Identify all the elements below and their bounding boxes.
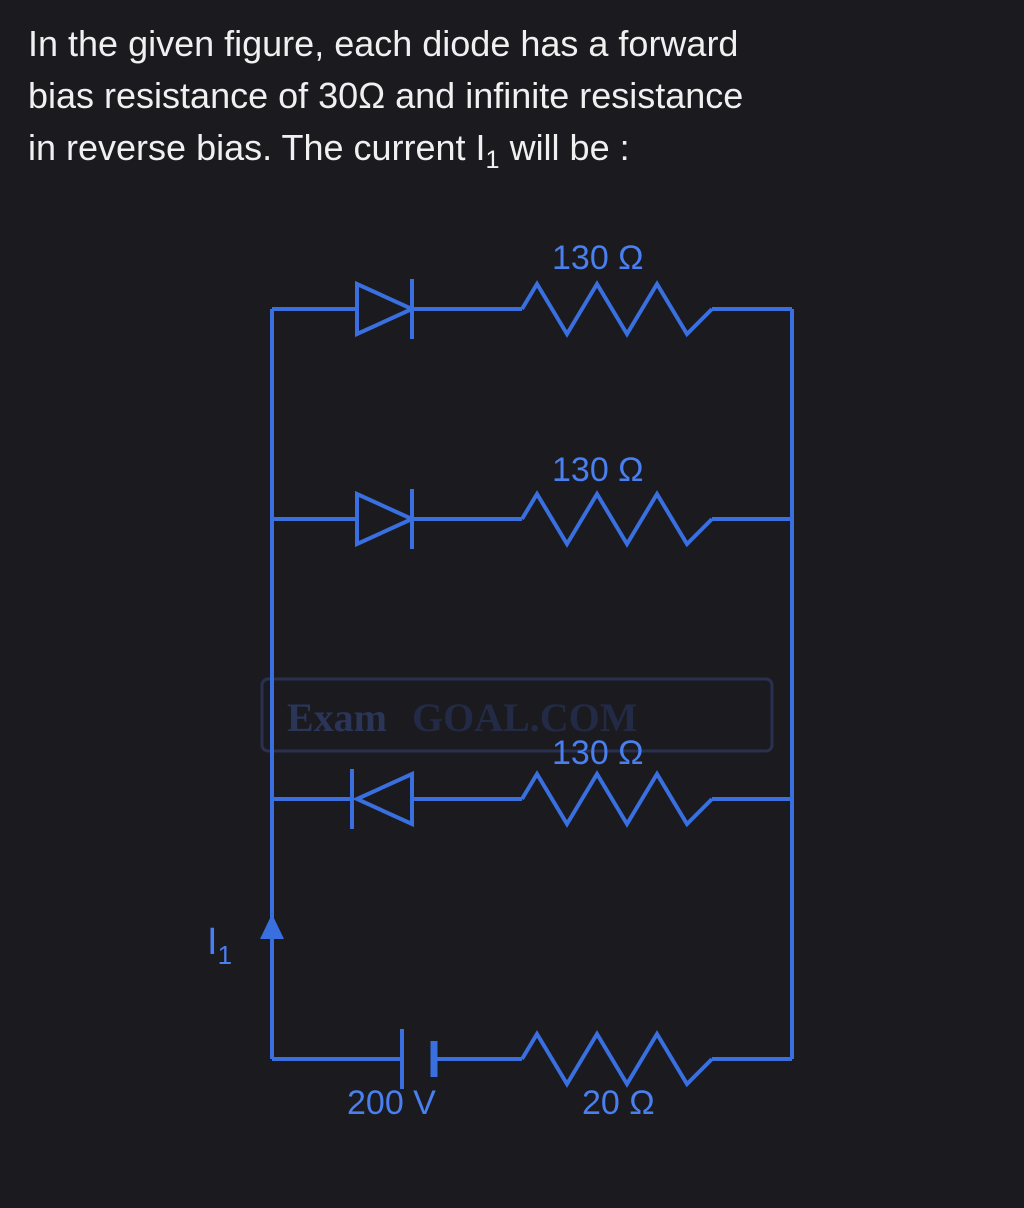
question-line-2: bias resistance of 30Ω and infinite resi… [28,70,988,122]
resistor-label-1: 130 Ω [552,239,644,277]
branch-2: 130 Ω [272,451,792,549]
resistor-icon [522,494,712,544]
resistor-icon [522,774,712,824]
resistor-icon [522,284,712,334]
diode-reverse-icon [352,769,412,829]
circuit-figure: Exam GOAL.COM [28,219,996,1119]
current-arrow [260,914,284,939]
branch-3: 130 Ω [272,734,792,829]
battery-icon [402,1029,434,1089]
resistor-label-3: 130 Ω [552,734,644,772]
question-line-3: in reverse bias. The current I1 will be … [28,122,988,179]
series-resistor-label: 20 Ω [582,1084,655,1119]
diode-forward-icon [347,279,412,339]
branch-1: 130 Ω [272,239,792,339]
page: In the given figure, each diode has a fo… [0,0,1024,1137]
question-line-1: In the given figure, each diode has a fo… [28,18,988,70]
resistor-label-2: 130 Ω [552,451,644,489]
branch-bottom: 200 V 20 Ω [272,1029,792,1119]
watermark-text-1: Exam [287,695,387,740]
circuit-svg: Exam GOAL.COM [152,219,872,1119]
question-text: In the given figure, each diode has a fo… [28,18,988,179]
diode-forward-icon [357,489,412,549]
current-label: I1 [207,921,232,970]
resistor-icon [522,1034,712,1084]
source-voltage-label: 200 V [347,1084,436,1119]
